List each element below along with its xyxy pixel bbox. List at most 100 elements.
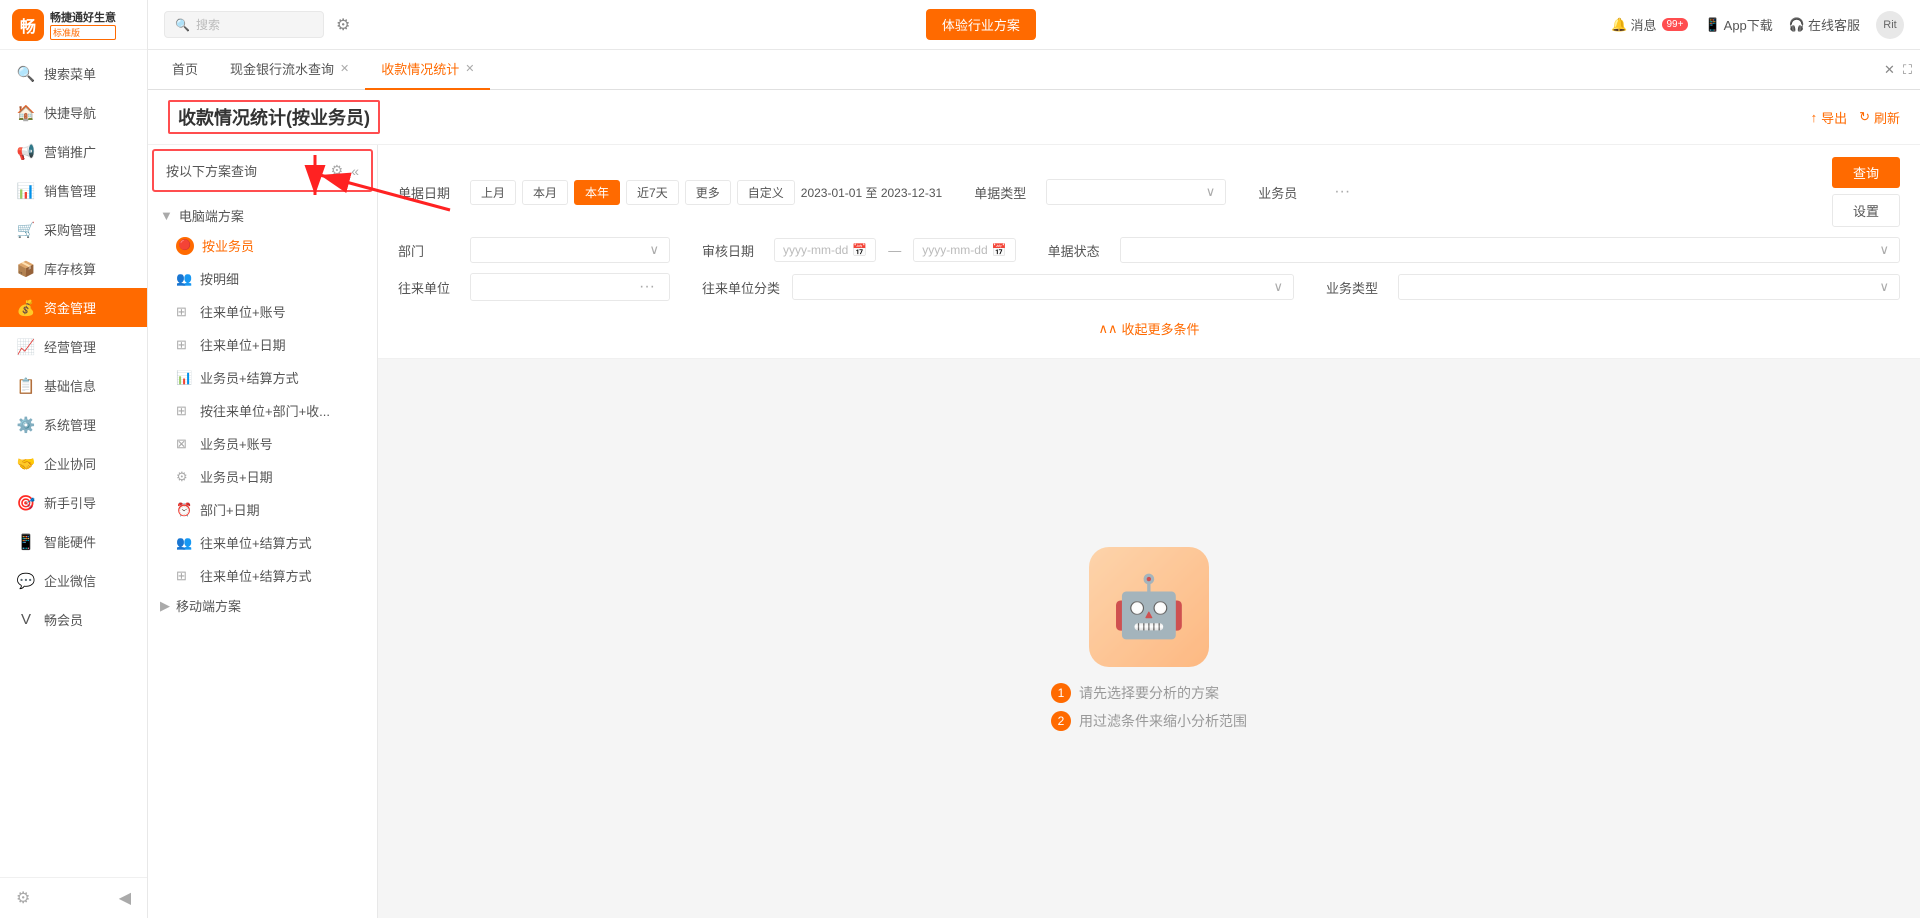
close-window-icon[interactable]: ✕ — [1884, 62, 1895, 78]
sidebar-item-operation[interactable]: 📈 经营管理 — [0, 327, 147, 366]
online-service[interactable]: 🎧 在线客服 — [1789, 15, 1860, 34]
sidebar-item-marketing[interactable]: 📢 营销推广 — [0, 132, 147, 171]
dept-date-icon: ⏰ — [176, 502, 192, 518]
sidebar-item-hardware[interactable]: 📱 智能硬件 — [0, 522, 147, 561]
service-icon: 🎧 — [1789, 17, 1805, 33]
settings-button[interactable]: 设置 — [1832, 194, 1900, 227]
basic-icon: 📋 — [16, 377, 36, 395]
tab-bank[interactable]: 现金银行流水查询 ✕ — [214, 50, 365, 90]
finance-icon: 💰 — [16, 299, 36, 317]
active-scheme-icon: 🔴 — [176, 237, 194, 255]
scheme-group-pc[interactable]: ▼ 电脑端方案 — [148, 202, 377, 229]
add-scheme-icon[interactable]: + — [314, 163, 322, 179]
partner-more-icon[interactable]: ··· — [635, 278, 659, 296]
sidebar-item-sales[interactable]: 📊 销售管理 — [0, 171, 147, 210]
empty-tip-1: 1 请先选择要分析的方案 — [1051, 683, 1247, 703]
scheme-settings-icon[interactable]: ⚙ — [331, 162, 344, 179]
left-panel-header: 按以下方案查询 + ⚙ « — [152, 149, 373, 192]
doc-status-label: 单据状态 — [1048, 241, 1108, 260]
logo-area: 畅 畅捷通好生意 标准版 — [0, 0, 147, 50]
collapse-sidebar-icon[interactable]: ◀ — [119, 888, 131, 908]
page-title: 收款情况统计(按业务员) — [168, 100, 380, 134]
sidebar-item-quicknav[interactable]: 🏠 快捷导航 — [0, 93, 147, 132]
tab-home[interactable]: 首页 — [156, 50, 214, 90]
purchase-icon: 🛒 — [16, 221, 36, 239]
gear-icon[interactable]: ⚙ — [336, 15, 350, 35]
scheme-item-unit-settle2[interactable]: ⊞ 往来单位+结算方式 — [148, 559, 377, 592]
sidebar: 畅 畅捷通好生意 标准版 🔍 搜索菜单 🏠 快捷导航 📢 营销推广 📊 销售管理… — [0, 0, 148, 918]
collapse-panel-icon[interactable]: « — [351, 163, 359, 179]
scheme-group-mobile[interactable]: ▶ 移动端方案 — [148, 592, 377, 619]
sidebar-nav: 🔍 搜索菜单 🏠 快捷导航 📢 营销推广 📊 销售管理 🛒 采购管理 📦 库存核… — [0, 50, 147, 877]
expand-mobile-arrow-icon: ▶ — [160, 598, 170, 614]
scheme-item-dept-date[interactable]: ⏰ 部门+日期 — [148, 493, 377, 526]
collapse-filter-bar[interactable]: ∧∧ 收起更多条件 — [398, 311, 1900, 346]
search-box[interactable]: 🔍 搜索 — [164, 11, 324, 38]
fullscreen-icon[interactable]: ⛶ — [1903, 62, 1912, 78]
sidebar-item-search[interactable]: 🔍 搜索菜单 — [0, 54, 147, 93]
date-btn-this-year[interactable]: 本年 — [574, 180, 620, 205]
sidebar-item-wechat[interactable]: 💬 企业微信 — [0, 561, 147, 600]
partner-type-selector[interactable]: ∨ — [792, 274, 1294, 300]
scheme-item-unit-settle1[interactable]: 👥 往来单位+结算方式 — [148, 526, 377, 559]
doc-status-selector[interactable]: ∨ — [1120, 237, 1900, 263]
empty-tips: 1 请先选择要分析的方案 2 用过滤条件来缩小分析范围 — [1051, 683, 1247, 731]
logo-icon: 畅 — [12, 9, 44, 41]
partner-label: 往来单位 — [398, 278, 458, 297]
collapse-up-icon: ∧∧ — [1098, 321, 1117, 337]
app-download[interactable]: 📱 App下载 — [1704, 15, 1772, 34]
sidebar-item-system[interactable]: ⚙️ 系统管理 — [0, 405, 147, 444]
tab-receipts[interactable]: 收款情况统计 ✕ — [365, 50, 490, 90]
close-bank-tab-icon[interactable]: ✕ — [340, 62, 349, 75]
panel-header-title: 按以下方案查询 — [166, 161, 306, 180]
left-panel: 按以下方案查询 + ⚙ « ▼ 电脑端方案 🔴 按业务员 — [148, 145, 378, 918]
topbar-right: 🔔 消息 99+ 📱 App下载 🎧 在线客服 Rit — [1611, 11, 1904, 39]
scheme-item-by-salesman[interactable]: 🔴 按业务员 — [148, 229, 377, 262]
close-receipts-tab-icon[interactable]: ✕ — [465, 62, 474, 75]
doc-type-selector[interactable]: ∨ — [1046, 179, 1226, 205]
messages-area[interactable]: 🔔 消息 99+ — [1611, 15, 1688, 34]
refresh-button[interactable]: ↻ 刷新 — [1859, 108, 1900, 127]
salesman-more-icon[interactable]: ··· — [1330, 183, 1354, 201]
sidebar-item-finance[interactable]: 💰 资金管理 — [0, 288, 147, 327]
date-btn-this-month[interactable]: 本月 — [522, 180, 568, 205]
scheme-item-salesman-account[interactable]: ⊠ 业务员+账号 — [148, 427, 377, 460]
scheme-item-unit-date[interactable]: ⊞ 往来单位+日期 — [148, 328, 377, 361]
sidebar-item-member[interactable]: V 畅会员 — [0, 600, 147, 639]
scheme-item-by-detail[interactable]: 👥 按明细 — [148, 262, 377, 295]
date-btn-last-month[interactable]: 上月 — [470, 180, 516, 205]
export-button[interactable]: ↑ 导出 — [1811, 108, 1848, 127]
scheme-item-salesman-date[interactable]: ⚙ 业务员+日期 — [148, 460, 377, 493]
sidebar-item-basic[interactable]: 📋 基础信息 — [0, 366, 147, 405]
user-avatar[interactable]: Rit — [1876, 11, 1904, 39]
partner-selector[interactable]: ··· — [470, 273, 670, 301]
biz-type-selector[interactable]: ∨ — [1398, 274, 1900, 300]
scheme-item-salesman-settlement[interactable]: 📊 业务员+结算方式 — [148, 361, 377, 394]
sidebar-item-enterprise[interactable]: 🤝 企业协同 — [0, 444, 147, 483]
date-btn-custom[interactable]: 自定义 — [737, 180, 795, 205]
trial-industry-button[interactable]: 体验行业方案 — [926, 9, 1036, 40]
search-icon: 🔍 — [175, 18, 190, 32]
doc-type-label: 单据类型 — [974, 183, 1034, 202]
empty-tip-2: 2 用过滤条件来缩小分析范围 — [1051, 711, 1247, 731]
scheme-item-unit-dept-recv[interactable]: ⊞ 按往来单位+部门+收... — [148, 394, 377, 427]
settings-footer-icon[interactable]: ⚙ — [16, 888, 30, 908]
date-btn-more[interactable]: 更多 — [685, 180, 731, 205]
unit-settle2-icon: ⊞ — [176, 568, 192, 584]
dept-dropdown-icon: ∨ — [649, 242, 659, 258]
topbar-left: 🔍 搜索 ⚙ — [164, 11, 350, 38]
audit-date-to[interactable]: yyyy-mm-dd 📅 — [913, 238, 1015, 262]
sidebar-item-purchase[interactable]: 🛒 采购管理 — [0, 210, 147, 249]
date-btn-7days[interactable]: 近7天 — [626, 180, 679, 205]
filter-row-2: 部门 ∨ 审核日期 yyyy-mm-dd 📅 — yyyy-mm-dd — [398, 237, 1900, 263]
home-icon: 🏠 — [16, 104, 36, 122]
topbar: 🔍 搜索 ⚙ 体验行业方案 🔔 消息 99+ 📱 App下载 🎧 在线客服 — [148, 0, 1920, 50]
scheme-item-unit-account[interactable]: ⊞ 往来单位+账号 — [148, 295, 377, 328]
sidebar-item-guide[interactable]: 🎯 新手引导 — [0, 483, 147, 522]
operation-icon: 📈 — [16, 338, 36, 356]
audit-date-from[interactable]: yyyy-mm-dd 📅 — [774, 238, 876, 262]
query-button[interactable]: 查询 — [1832, 157, 1900, 188]
empty-state-area: 🤖 1 请先选择要分析的方案 2 用过滤条件来缩小分析范围 — [378, 359, 1920, 918]
dept-selector[interactable]: ∨ — [470, 237, 670, 263]
sidebar-item-inventory[interactable]: 📦 库存核算 — [0, 249, 147, 288]
